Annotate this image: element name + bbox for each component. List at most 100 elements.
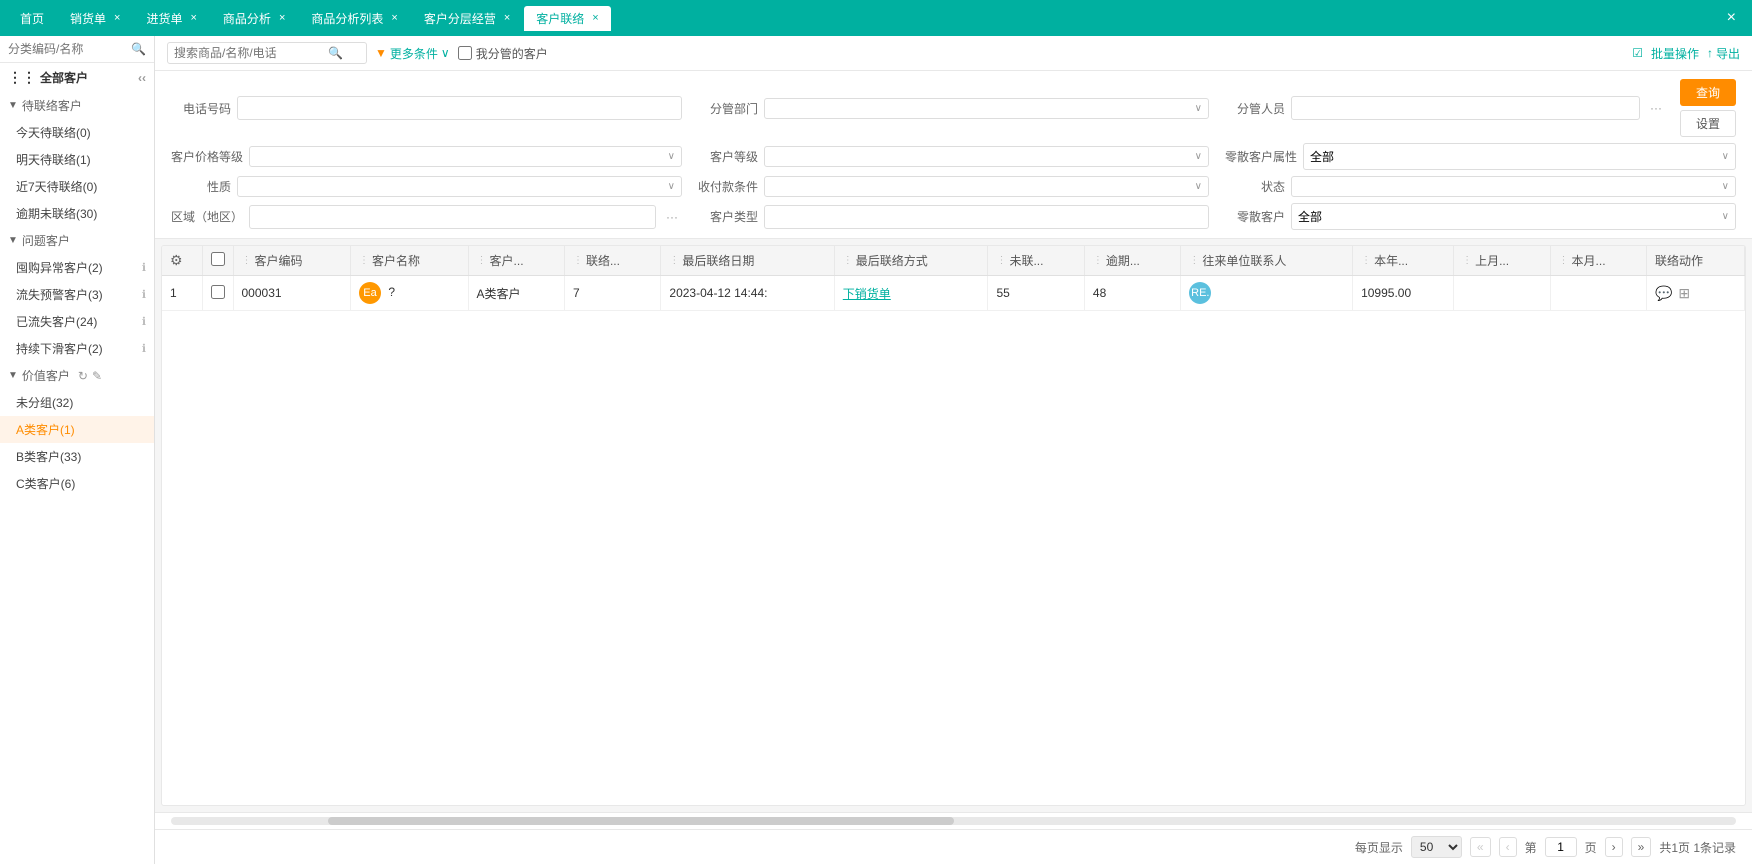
section-arrow-problem: ▼: [8, 235, 18, 246]
last-method-link[interactable]: 下销货单: [843, 287, 891, 301]
close-customer-contact[interactable]: ×: [592, 12, 598, 24]
col-sort-last-month[interactable]: ⋮: [1462, 255, 1472, 266]
per-page-select[interactable]: 50 100 200: [1411, 836, 1462, 858]
filter-search-input[interactable]: [174, 46, 324, 60]
sidebar-collapse-icon[interactable]: ‹‹: [138, 71, 146, 85]
col-sort-contact-count[interactable]: ⋮: [573, 255, 583, 266]
sidebar-search-icon[interactable]: 🔍: [131, 42, 146, 56]
sidebar-item-declining[interactable]: 持续下滑客户(2) ℹ: [0, 335, 154, 362]
cell-code: 000031: [233, 276, 351, 311]
table-settings-icon[interactable]: ⚙: [170, 252, 183, 268]
sidebar-item-class-b[interactable]: B类客户(33): [0, 443, 154, 470]
refresh-icon[interactable]: ↻: [78, 369, 88, 383]
page-input[interactable]: [1545, 837, 1577, 857]
my-customers-checkbox[interactable]: 我分管的客户: [458, 45, 548, 62]
first-page-btn[interactable]: «: [1470, 837, 1491, 857]
cell-last-date: 2023-04-12 14:44:: [661, 276, 834, 311]
sidebar-all-customers[interactable]: ⋮⋮ 全部客户 ‹‹: [0, 63, 154, 92]
close-purchase-order[interactable]: ×: [190, 12, 196, 24]
col-sort-this-month[interactable]: ⋮: [1559, 255, 1569, 266]
sidebar-section-value[interactable]: ▼ 价值客户 ↻ ✎: [0, 362, 154, 389]
filter-search-icon[interactable]: 🔍: [328, 46, 343, 60]
batch-ops-btn[interactable]: ☑ 批量操作: [1632, 45, 1699, 62]
nav-product-analysis[interactable]: 商品分析 ×: [211, 6, 297, 31]
sidebar-section-pending[interactable]: ▼ 待联络客户: [0, 92, 154, 119]
nature-select[interactable]: ∨: [237, 176, 682, 197]
h-scrollbar[interactable]: [171, 817, 1736, 825]
page-total: 共1页 1条记录: [1659, 839, 1736, 856]
phone-input[interactable]: [237, 96, 682, 120]
status-select[interactable]: ∨: [1291, 176, 1736, 197]
sidebar-item-tomorrow-pending[interactable]: 明天待联络(1): [0, 146, 154, 173]
col-sort-name[interactable]: ⋮: [359, 255, 369, 266]
sidebar-section-problem[interactable]: ▼ 问题客户: [0, 227, 154, 254]
cell-last-method: 下销货单: [834, 276, 988, 311]
cell-this-month: [1550, 276, 1646, 311]
col-sort-uncontacted[interactable]: ⋮: [996, 255, 1006, 266]
sidebar-item-today-pending[interactable]: 今天待联络(0): [0, 119, 154, 146]
sidebar-item-churned[interactable]: 已流失客户(24) ℹ: [0, 308, 154, 335]
th-contact-person: ⋮ 往来单位联系人: [1181, 246, 1353, 276]
manager-dots-btn[interactable]: ···: [1646, 97, 1666, 119]
contact-action-icon[interactable]: 💬: [1655, 285, 1672, 302]
manager-input[interactable]: [1291, 96, 1640, 120]
nav-product-analysis-list[interactable]: 商品分析列表 ×: [299, 6, 409, 31]
sidebar-item-class-a[interactable]: A类客户(1): [0, 416, 154, 443]
retail-customer-select[interactable]: 全部 ∨: [1291, 203, 1736, 230]
next-page-btn[interactable]: ›: [1605, 837, 1623, 857]
th-row-num: ⚙: [162, 246, 202, 276]
page-of-label: 页: [1585, 839, 1597, 856]
prev-page-btn[interactable]: ‹: [1499, 837, 1517, 857]
close-customer-segmentation[interactable]: ×: [504, 12, 510, 24]
nav-customer-contact[interactable]: 客户联络 ×: [524, 6, 610, 31]
customer-level-select[interactable]: ∨: [764, 146, 1209, 167]
sidebar-item-7days-pending[interactable]: 近7天待联络(0): [0, 173, 154, 200]
col-sort-last-method[interactable]: ⋮: [843, 255, 853, 266]
edit-icon[interactable]: ✎: [92, 369, 102, 383]
close-product-analysis[interactable]: ×: [279, 12, 285, 24]
grid-icon: ⋮⋮: [8, 69, 36, 86]
th-this-year: ⋮ 本年...: [1353, 246, 1454, 276]
sidebar-item-class-c[interactable]: C类客户(6): [0, 470, 154, 497]
filter-group-payment: 收付款条件 ∨: [698, 176, 1209, 197]
cell-category: A类客户: [468, 276, 564, 311]
sidebar-item-overdue[interactable]: 逾期未联络(30): [0, 200, 154, 227]
nav-customer-segmentation[interactable]: 客户分层经营 ×: [412, 6, 522, 31]
region-input[interactable]: [249, 205, 656, 229]
my-customers-check[interactable]: [458, 46, 472, 60]
price-level-select[interactable]: ∨: [249, 146, 682, 167]
th-last-month: ⋮ 上月...: [1454, 246, 1550, 276]
nav-purchase-order[interactable]: 进货单 ×: [134, 6, 208, 31]
retail-attr-select[interactable]: 全部 ∨: [1303, 143, 1736, 170]
h-scrollbar-thumb[interactable]: [328, 817, 954, 825]
customer-type-input[interactable]: [764, 205, 1209, 229]
export-btn[interactable]: ↑ 导出: [1707, 45, 1740, 62]
col-sort-last-date[interactable]: ⋮: [669, 255, 679, 266]
sidebar-item-ungrouped[interactable]: 未分组(32): [0, 389, 154, 416]
sidebar-search-input[interactable]: [8, 42, 127, 56]
dept-select[interactable]: ∨: [764, 98, 1209, 119]
query-btn[interactable]: 查询: [1680, 79, 1736, 106]
nav-sales-order[interactable]: 销货单 ×: [58, 6, 132, 31]
sidebar-item-abnormal[interactable]: 囤购异常客户(2) ℹ: [0, 254, 154, 281]
close-product-analysis-list[interactable]: ×: [391, 12, 397, 24]
sidebar-item-churn-warning[interactable]: 流失预警客户(3) ℹ: [0, 281, 154, 308]
select-all-checkbox[interactable]: [211, 252, 225, 266]
col-sort-contact-person[interactable]: ⋮: [1189, 255, 1199, 266]
region-dots-btn[interactable]: ···: [662, 206, 682, 228]
row-checkbox[interactable]: [211, 285, 225, 299]
window-close-btn[interactable]: ×: [1719, 9, 1744, 27]
col-sort-category[interactable]: ⋮: [477, 255, 487, 266]
col-sort-overdue[interactable]: ⋮: [1093, 255, 1103, 266]
th-code: ⋮ 客户编码: [233, 246, 351, 276]
filter-group-retail-attr: 零散客户属性 全部 ∨: [1225, 143, 1736, 170]
payment-select[interactable]: ∨: [764, 176, 1209, 197]
more-action-icon[interactable]: ⊞: [1678, 285, 1690, 302]
settings-btn[interactable]: 设置: [1680, 110, 1736, 137]
nav-home[interactable]: 首页: [8, 6, 56, 31]
col-sort-code[interactable]: ⋮: [242, 255, 252, 266]
more-conditions-btn[interactable]: ▼ 更多条件 ∨: [375, 45, 450, 62]
col-sort-this-year[interactable]: ⋮: [1361, 255, 1371, 266]
close-sales-order[interactable]: ×: [114, 12, 120, 24]
last-page-btn[interactable]: »: [1631, 837, 1652, 857]
